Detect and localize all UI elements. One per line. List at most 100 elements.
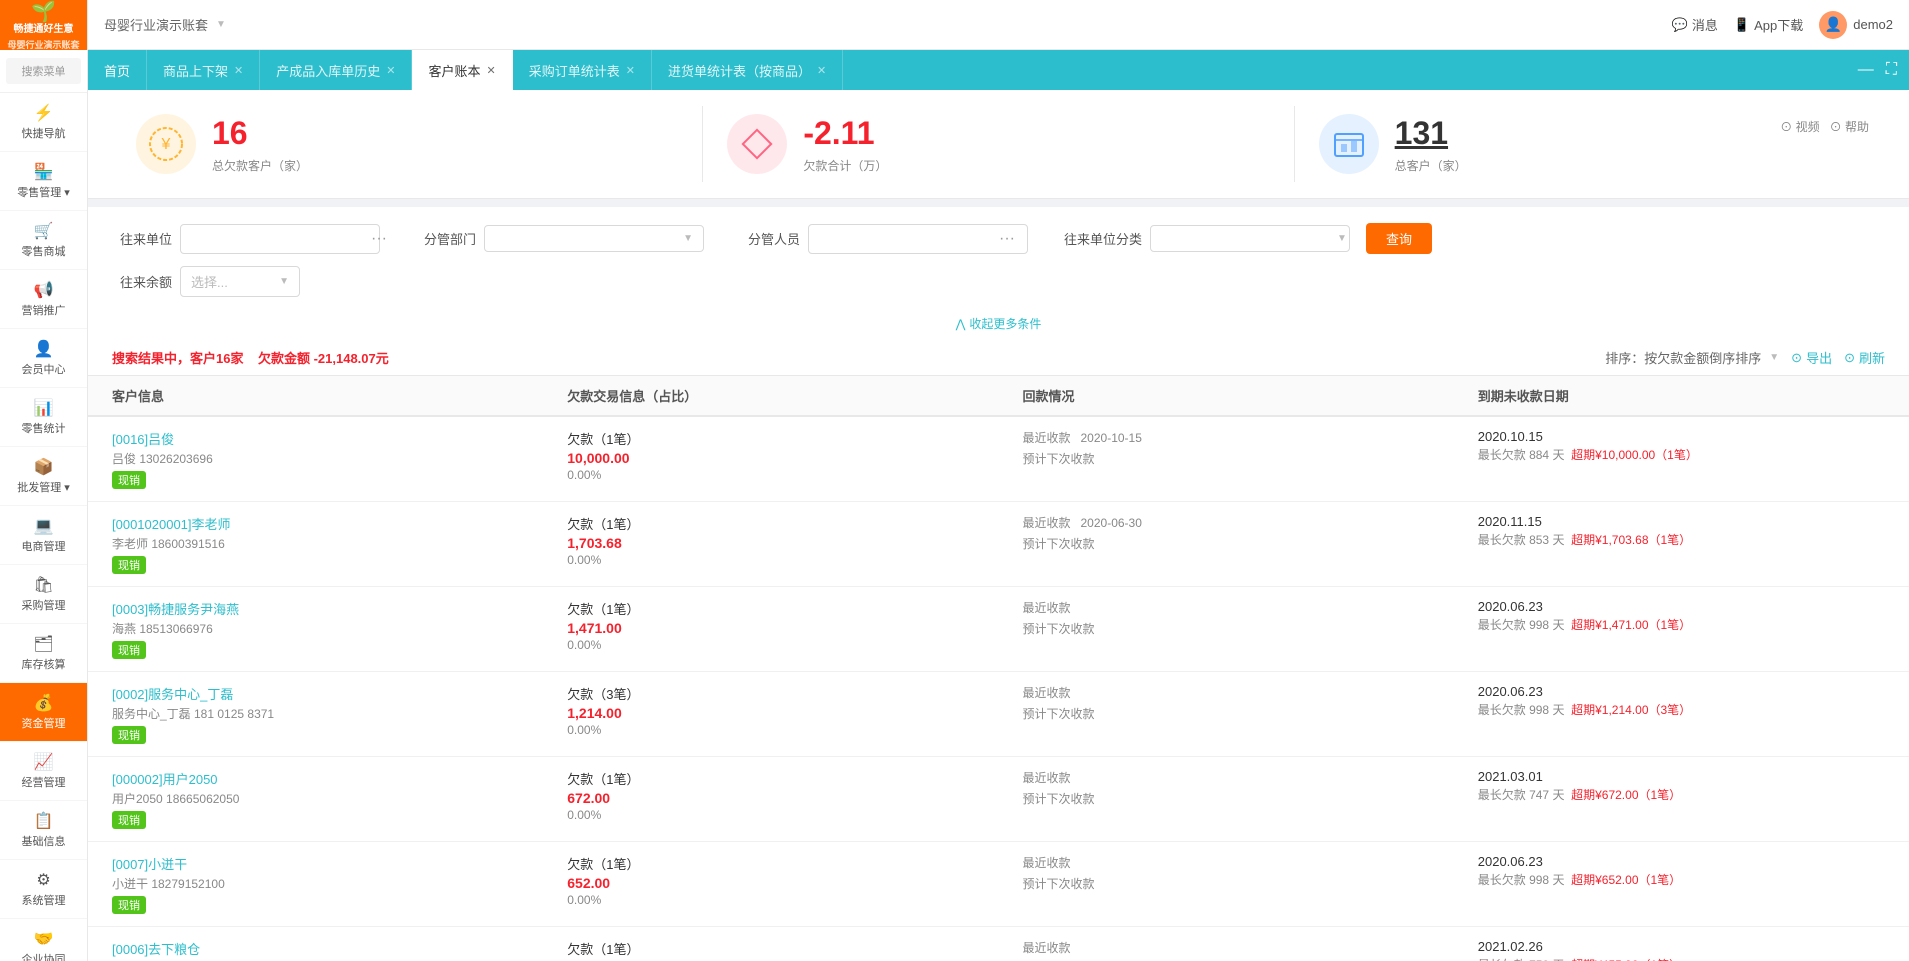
stat-label-total-customers: 总客户（家） <box>1395 157 1467 174</box>
refresh-button[interactable]: ⊙ 刷新 <box>1844 348 1885 367</box>
overdue-link-5[interactable]: 超期¥652.00（1笔） <box>1571 873 1681 887</box>
tab-close-purchase-order[interactable]: ✕ <box>626 64 635 77</box>
finance-icon: 💰 <box>4 693 83 713</box>
sidebar: 🌱 畅捷通好生意 母婴行业演示账套 搜索菜单 ⚡ 快捷导航 🏪 零售管理 ▾ 🛒… <box>0 0 88 961</box>
customer-link-2[interactable]: [0003]畅捷服务尹海燕 <box>112 602 239 617</box>
tab-production[interactable]: 产成品入库单历史 ✕ <box>260 50 412 90</box>
stat-label-debt-total: 欠款合计（万） <box>803 157 887 174</box>
help-btn[interactable]: ⊙ 帮助 <box>1830 118 1869 135</box>
customer-link-3[interactable]: [0002]服务中心_丁磊 <box>112 687 233 702</box>
customer-sub-0: 吕俊 13026203696 <box>112 450 519 467</box>
app-logo: 🌱 畅捷通好生意 母婴行业演示账套 <box>0 0 87 50</box>
sidebar-item-purchase[interactable]: 🛍 采购管理 <box>0 565 87 624</box>
customer-link-5[interactable]: [0007]小迸干 <box>112 857 187 872</box>
overdue-link-2[interactable]: 超期¥1,471.00（1笔） <box>1571 618 1691 632</box>
td-return-0: 最近收款 2020-10-15 预计下次收款 <box>999 417 1454 501</box>
balance-dropdown-icon: ▼ <box>279 276 289 287</box>
search-button[interactable]: 查询 <box>1366 223 1432 254</box>
inventory-icon: 🗂 <box>4 634 83 654</box>
tab-inventory-stats[interactable]: 进货单统计表（按商品） ✕ <box>652 50 843 90</box>
company-selector[interactable]: 母婴行业演示账套 ▼ <box>104 15 226 34</box>
td-customer-4: [000002]用户2050 用户2050 18665062050 现销 <box>88 757 543 841</box>
purchase-icon: 🛍 <box>4 575 83 595</box>
tab-minimize-icon[interactable]: — <box>1854 59 1878 81</box>
category-input[interactable] <box>1161 231 1337 246</box>
dept-input-wrapper[interactable]: ▼ <box>484 225 704 252</box>
sidebar-item-operations[interactable]: 📈 经营管理 <box>0 742 87 801</box>
filter-customer-label: 往来单位 <box>112 229 172 248</box>
tab-products[interactable]: 商品上下架 ✕ <box>147 50 260 90</box>
sidebar-item-ecommerce[interactable]: 💻 电商管理 <box>0 506 87 565</box>
sidebar-item-batch-mgmt[interactable]: 📦 批发管理 ▾ <box>0 447 87 506</box>
customer-link-6[interactable]: [0006]去下粮仓 <box>112 942 200 957</box>
person-input-wrapper[interactable]: ··· <box>808 224 1028 254</box>
filter-person: 分管人员 ··· <box>740 224 1028 254</box>
chevron-down-icon: ▼ <box>216 19 226 30</box>
customer-input-wrapper[interactable]: ··· <box>180 224 380 254</box>
customer-link-4[interactable]: [000002]用户2050 <box>112 772 218 787</box>
sidebar-item-system[interactable]: ⚙ 系统管理 <box>0 860 87 919</box>
stat-value-debt-total: -2.11 <box>803 114 887 152</box>
result-bar: 搜索结果中，客户16家 欠款金额 -21,148.07元 排序：按欠款金额倒序排… <box>88 340 1909 376</box>
stat-value-debt-customers: 16 <box>212 114 308 152</box>
video-btn[interactable]: ⊙ 视频 <box>1780 118 1819 135</box>
tab-home[interactable]: 首页 <box>88 50 147 90</box>
tab-close-customer-account[interactable]: ✕ <box>487 64 496 77</box>
sidebar-item-finance[interactable]: 💰 资金管理 <box>0 683 87 742</box>
sidebar-item-retail-mgmt[interactable]: 🏪 零售管理 ▾ <box>0 152 87 211</box>
sidebar-item-member[interactable]: 👤 会员中心 <box>0 329 87 388</box>
tab-close-products[interactable]: ✕ <box>234 64 243 77</box>
tab-close-inventory-stats[interactable]: ✕ <box>817 64 826 77</box>
search-menu-button[interactable]: 搜索菜单 <box>6 58 81 84</box>
sidebar-item-enterprise[interactable]: 🤝 企业协同 <box>0 919 87 961</box>
dept-input[interactable] <box>495 231 683 246</box>
balance-select[interactable]: 选择... ▼ <box>180 266 300 297</box>
customer-link-0[interactable]: [0016]吕俊 <box>112 432 174 447</box>
overdue-link-3[interactable]: 超期¥1,214.00（3笔） <box>1571 703 1691 717</box>
app-download-button[interactable]: 📱 App下载 <box>1734 15 1803 34</box>
retail-mall-icon: 🛒 <box>4 221 83 241</box>
collapse-button[interactable]: ⋀ 收起更多条件 <box>956 315 1042 332</box>
export-button[interactable]: ⊙ 导出 <box>1791 348 1832 367</box>
overdue-link-4[interactable]: 超期¥672.00（1笔） <box>1571 788 1681 802</box>
td-customer-1: [0001020001]李老师 李老师 18600391516 现销 <box>88 502 543 586</box>
customer-sub-2: 海燕 18513066976 <box>112 620 519 637</box>
td-debt-0: 欠款（1笔） 10,000.00 0.00% <box>543 417 998 501</box>
table-container: 客户信息 欠款交易信息（占比） 回款情况 到期未收款日期 [0016]吕俊 吕俊… <box>88 376 1909 961</box>
category-input-wrapper[interactable]: ▼ <box>1150 225 1350 252</box>
td-customer-6: [0006]去下粮仓 陈小希 现销 <box>88 927 543 961</box>
message-button[interactable]: 💬 消息 <box>1672 15 1718 34</box>
sidebar-item-marketing[interactable]: 📢 营销推广 <box>0 270 87 329</box>
status-badge-4: 现销 <box>112 811 146 829</box>
result-info: 搜索结果中，客户16家 欠款金额 -21,148.07元 <box>112 348 389 367</box>
stat-actions: ⊙ 视频 ⊙ 帮助 <box>1780 118 1869 135</box>
user-avatar: 👤 <box>1819 11 1847 39</box>
user-info[interactable]: 👤 demo2 <box>1819 11 1893 39</box>
tab-close-production[interactable]: ✕ <box>386 64 395 77</box>
td-customer-2: [0003]畅捷服务尹海燕 海燕 18513066976 现销 <box>88 587 543 671</box>
td-return-3: 最近收款 预计下次收款 <box>999 672 1454 756</box>
sidebar-item-retail-mall[interactable]: 🛒 零售商城 <box>0 211 87 270</box>
overdue-link-0[interactable]: 超期¥10,000.00（1笔） <box>1571 448 1698 462</box>
table-row: [0007]小迸干 小迸干 18279152100 现销 欠款（1笔） 652.… <box>88 842 1909 927</box>
sidebar-item-basic-info[interactable]: 📋 基础信息 <box>0 801 87 860</box>
tab-purchase-order[interactable]: 采购订单统计表 ✕ <box>513 50 652 90</box>
sidebar-item-inventory[interactable]: 🗂 库存核算 <box>0 624 87 683</box>
td-customer-0: [0016]吕俊 吕俊 13026203696 现销 <box>88 417 543 501</box>
customer-input[interactable] <box>191 231 367 246</box>
person-input[interactable] <box>819 231 995 246</box>
customer-link-1[interactable]: [0001020001]李老师 <box>112 517 231 532</box>
sidebar-item-retail-stats[interactable]: 📊 零售统计 <box>0 388 87 447</box>
tab-customer-account[interactable]: 客户账本 ✕ <box>412 50 512 90</box>
sidebar-item-quick-nav[interactable]: ⚡ 快捷导航 <box>0 93 87 152</box>
td-due-1: 2020.11.15 最长欠款 853 天 超期¥1,703.68（1笔） <box>1454 502 1909 586</box>
table-row: [000002]用户2050 用户2050 18665062050 现销 欠款（… <box>88 757 1909 842</box>
td-return-1: 最近收款 2020-06-30 预计下次收款 <box>999 502 1454 586</box>
tab-maximize-icon[interactable]: ⛶ <box>1882 59 1901 81</box>
filter-customer: 往来单位 ··· <box>112 224 380 254</box>
th-debt-info: 欠款交易信息（占比） <box>543 376 998 415</box>
status-badge-5: 现销 <box>112 896 146 914</box>
stat-card-total-customers: 131 总客户（家） ⊙ 视频 ⊙ 帮助 <box>1295 106 1885 182</box>
sort-selector[interactable]: 排序：按欠款金额倒序排序 ▼ <box>1605 348 1779 367</box>
overdue-link-1[interactable]: 超期¥1,703.68（1笔） <box>1571 533 1691 547</box>
